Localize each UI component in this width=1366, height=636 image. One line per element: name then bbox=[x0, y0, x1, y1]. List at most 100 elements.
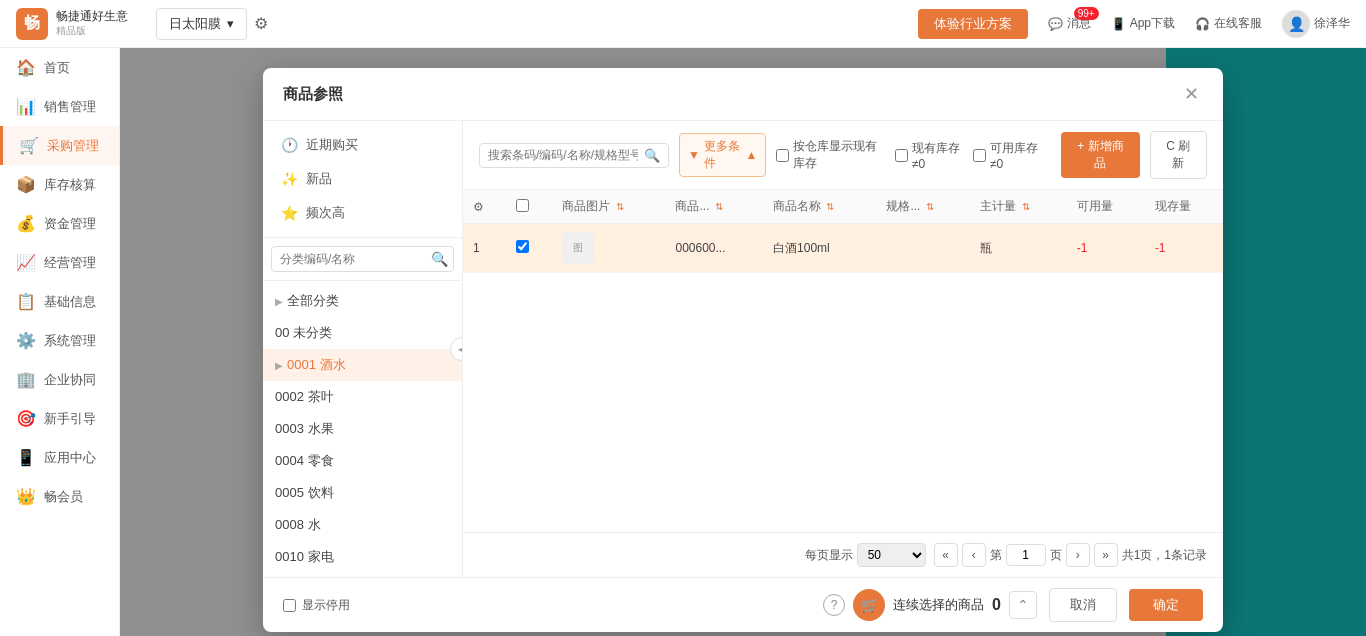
checkbox-stock[interactable] bbox=[895, 149, 908, 162]
prev-page-button[interactable]: ‹ bbox=[962, 543, 986, 567]
nav-item-guide[interactable]: 🎯 新手引导 bbox=[0, 399, 119, 438]
search-icon-small: 🔍 bbox=[431, 251, 448, 267]
category-list: ▶ 全部分类 00 未分类 ▶ 0001 酒水 0002 茶 bbox=[263, 281, 462, 577]
messages-badge: 99+ bbox=[1074, 7, 1099, 20]
modal-overlay: 商品参照 ✕ 🕐 近期购买 ✨ bbox=[120, 48, 1366, 636]
expand-cart-button[interactable]: ⌃ bbox=[1009, 591, 1037, 619]
add-product-button[interactable]: + 新增商品 bbox=[1061, 132, 1140, 178]
store-selector[interactable]: 日太阳膜 ▾ bbox=[156, 8, 247, 40]
col-available-label: 可用量 bbox=[1077, 199, 1113, 213]
cell-checkbox[interactable] bbox=[506, 224, 552, 273]
sort-icon-image: ⇅ bbox=[616, 201, 624, 212]
nav-item-base[interactable]: 📋 基础信息 bbox=[0, 282, 119, 321]
user-profile[interactable]: 👤 徐泽华 bbox=[1282, 10, 1350, 38]
col-name[interactable]: 商品名称 ⇅ bbox=[763, 190, 876, 224]
nav-item-stock[interactable]: 📦 库存核算 bbox=[0, 165, 119, 204]
product-search-input[interactable] bbox=[488, 148, 638, 162]
filter-label: 更多条件 bbox=[704, 138, 742, 172]
cat-label-00: 00 未分类 bbox=[275, 324, 332, 342]
next-page-button[interactable]: › bbox=[1066, 543, 1090, 567]
modal-title: 商品参照 bbox=[283, 85, 343, 104]
try-industry-button[interactable]: 体验行业方案 bbox=[918, 9, 1028, 39]
check1-label: 按仓库显示现有库存 bbox=[793, 138, 885, 172]
settings-button[interactable]: ⚙ bbox=[247, 10, 275, 38]
cat-item-0001[interactable]: ▶ 0001 酒水 bbox=[263, 349, 462, 381]
col-code[interactable]: 商品... ⇅ bbox=[665, 190, 763, 224]
check2-label: 现有库存≠0 bbox=[912, 140, 963, 171]
checkbox-show-disabled[interactable] bbox=[283, 599, 296, 612]
help-icon[interactable]: ? bbox=[823, 594, 845, 616]
nav-item-home[interactable]: 🏠 首页 bbox=[0, 48, 119, 87]
cell-stock: -1 bbox=[1145, 224, 1223, 273]
modal-close-button[interactable]: ✕ bbox=[1179, 82, 1203, 106]
table-header: ⚙ 商品图片 ⇅ bbox=[463, 190, 1223, 224]
service-label: 在线客服 bbox=[1214, 15, 1262, 32]
cat-item-all[interactable]: ▶ 全部分类 bbox=[263, 285, 462, 317]
nav-item-enterprise[interactable]: 🏢 企业协同 bbox=[0, 360, 119, 399]
first-page-button[interactable]: « bbox=[934, 543, 958, 567]
check-available-not-zero[interactable]: 可用库存≠0 bbox=[973, 140, 1041, 171]
message-icon: 💬 bbox=[1048, 17, 1063, 31]
cat-item-0002[interactable]: 0002 茶叶 bbox=[263, 381, 462, 413]
guide-icon: 🎯 bbox=[16, 409, 36, 428]
nav-item-business[interactable]: 📈 经营管理 bbox=[0, 243, 119, 282]
checkbox-warehouse[interactable] bbox=[776, 149, 789, 162]
category-search-area: 🔍 bbox=[263, 238, 462, 281]
more-filter-button[interactable]: ▼ 更多条件 ▲ bbox=[679, 133, 766, 177]
nav-label-guide: 新手引导 bbox=[44, 410, 96, 428]
cat-item-0008[interactable]: 0008 水 bbox=[263, 509, 462, 541]
cancel-button[interactable]: 取消 bbox=[1049, 588, 1117, 622]
purchase-icon: 🛒 bbox=[19, 136, 39, 155]
check-by-warehouse[interactable]: 按仓库显示现有库存 bbox=[776, 138, 885, 172]
row-checkbox[interactable] bbox=[516, 240, 529, 253]
refresh-button[interactable]: C 刷新 bbox=[1150, 131, 1207, 179]
tab-frequent-label: 频次高 bbox=[306, 204, 345, 222]
tab-recent-purchase[interactable]: 🕐 近期购买 bbox=[271, 129, 454, 161]
user-avatar: 👤 bbox=[1282, 10, 1310, 38]
tab-new-label: 新品 bbox=[306, 170, 332, 188]
nav-item-finance[interactable]: 💰 资金管理 bbox=[0, 204, 119, 243]
logo-text: 畅捷通好生意 bbox=[56, 9, 128, 25]
check-stock-not-zero[interactable]: 现有库存≠0 bbox=[895, 140, 963, 171]
cell-available: -1 bbox=[1067, 224, 1145, 273]
confirm-button[interactable]: 确定 bbox=[1129, 589, 1203, 621]
headset-icon: 🎧 bbox=[1195, 17, 1210, 31]
category-search-input[interactable] bbox=[271, 246, 454, 272]
show-disabled-checkbox[interactable]: 显示停用 bbox=[283, 597, 350, 614]
cat-item-0003[interactable]: 0003 水果 bbox=[263, 413, 462, 445]
col-spec[interactable]: 规格... ⇅ bbox=[876, 190, 970, 224]
last-page-button[interactable]: » bbox=[1094, 543, 1118, 567]
col-unit[interactable]: 主计量 ⇅ bbox=[970, 190, 1067, 224]
page-number-input[interactable] bbox=[1006, 544, 1046, 566]
cat-item-0005[interactable]: 0005 饮料 bbox=[263, 477, 462, 509]
col-image[interactable]: 商品图片 ⇅ bbox=[552, 190, 665, 224]
table-row[interactable]: 1 图 000600... 白酒100ml bbox=[463, 224, 1223, 273]
cat-label-0005: 0005 饮料 bbox=[275, 484, 334, 502]
member-icon: 👑 bbox=[16, 487, 36, 506]
nav-item-apps[interactable]: 📱 应用中心 bbox=[0, 438, 119, 477]
nav-item-purchase[interactable]: 🛒 采购管理 bbox=[0, 126, 119, 165]
page-navigation: « ‹ 第 页 › » 共1页，1条记录 bbox=[934, 543, 1207, 567]
checkbox-available[interactable] bbox=[973, 149, 986, 162]
business-icon: 📈 bbox=[16, 253, 36, 272]
total-info: 共1页，1条记录 bbox=[1122, 547, 1207, 564]
online-service-button[interactable]: 🎧 在线客服 bbox=[1195, 15, 1262, 32]
page-size-select[interactable]: 10 20 50 100 bbox=[857, 543, 926, 567]
nav-item-member[interactable]: 👑 畅会员 bbox=[0, 477, 119, 516]
cat-item-0010[interactable]: 0010 家电 bbox=[263, 541, 462, 573]
cell-code: 000600... bbox=[665, 224, 763, 273]
apps-icon: 📱 bbox=[16, 448, 36, 467]
tab-frequent[interactable]: ⭐ 频次高 bbox=[271, 197, 454, 229]
cat-item-00[interactable]: 00 未分类 bbox=[263, 317, 462, 349]
table-body: 1 图 000600... 白酒100ml bbox=[463, 224, 1223, 273]
col-settings[interactable]: ⚙ bbox=[463, 190, 506, 224]
tab-new-product[interactable]: ✨ 新品 bbox=[271, 163, 454, 195]
cat-item-0004[interactable]: 0004 零食 bbox=[263, 445, 462, 477]
cart-section: ? 🛒 连续选择的商品 0 ⌃ bbox=[823, 589, 1037, 621]
nav-item-sales[interactable]: 📊 销售管理 bbox=[0, 87, 119, 126]
messages-button[interactable]: 💬 消息 99+ bbox=[1048, 15, 1091, 32]
col-checkbox bbox=[506, 190, 552, 224]
select-all-checkbox[interactable] bbox=[516, 199, 529, 212]
nav-item-system[interactable]: ⚙️ 系统管理 bbox=[0, 321, 119, 360]
app-download-button[interactable]: 📱 App下载 bbox=[1111, 15, 1175, 32]
